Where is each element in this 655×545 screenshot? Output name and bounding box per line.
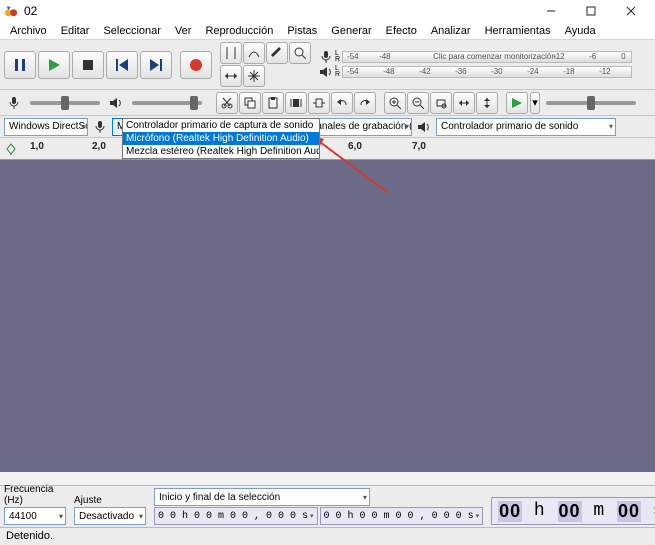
dropdown-option[interactable]: Mezcla estéreo (Realtek High Definition … [123, 145, 319, 158]
snap-label: Ajuste [74, 495, 146, 506]
play-button[interactable] [38, 51, 70, 79]
envelope-tool[interactable] [243, 42, 265, 64]
fit-project-button[interactable] [453, 92, 475, 114]
speaker-icon[interactable] [319, 66, 333, 78]
menu-herramientas[interactable]: Herramientas [479, 24, 557, 38]
selection-mode-combo[interactable]: Inicio y final de la selección [154, 488, 370, 506]
speaker-icon [414, 117, 434, 137]
mic-vol-icon [4, 93, 24, 113]
snap-combo[interactable]: Desactivado [74, 507, 146, 525]
menu-pistas[interactable]: Pistas [281, 24, 323, 38]
fit-selection-button[interactable] [430, 92, 452, 114]
bottom-panel: Frecuencia (Hz) 44100 Ajuste Desactivado… [0, 485, 655, 545]
play-volume-slider[interactable] [132, 101, 202, 105]
draw-tool[interactable] [266, 42, 288, 64]
menu-generar[interactable]: Generar [325, 24, 377, 38]
trim-button[interactable] [285, 92, 307, 114]
timeshift-tool[interactable] [220, 65, 242, 87]
play-at-speed-menu[interactable]: ▾ [530, 92, 540, 114]
record-button[interactable] [180, 51, 212, 79]
dropdown-option[interactable]: Micrófono (Realtek High Definition Audio… [123, 132, 319, 145]
status-bar: Detenido. [0, 527, 655, 545]
audio-position-time[interactable]: 00 h 00 m 00 s▾ [491, 497, 655, 525]
zoom-tool[interactable] [289, 42, 311, 64]
meters: LR -54-48 Clic para comenzar monitorizac… [319, 50, 632, 79]
freq-label: Frecuencia (Hz) [4, 484, 66, 506]
pause-button[interactable] [4, 51, 36, 79]
undo-button[interactable] [331, 92, 353, 114]
zoom-toolbar [384, 92, 498, 114]
transport-toolbar: LR -54-48 Clic para comenzar monitorizac… [0, 40, 655, 90]
maximize-button[interactable] [571, 0, 611, 22]
zoom-in-button[interactable] [384, 92, 406, 114]
timeline-ruler[interactable]: 1,0 2,0 3,0 4,0 5,0 6,0 7,0 [0, 138, 655, 160]
mic-icon [90, 117, 110, 137]
window-title: 02 [24, 4, 531, 18]
menu-ayuda[interactable]: Ayuda [559, 24, 602, 38]
close-button[interactable] [611, 0, 651, 22]
menu-editar[interactable]: Editar [55, 24, 96, 38]
paste-button[interactable] [262, 92, 284, 114]
play-device-combo[interactable]: Controlador primario de sonido [436, 118, 616, 136]
menu-analizar[interactable]: Analizar [425, 24, 477, 38]
meter-click-text: Clic para comenzar monitorización [433, 52, 556, 61]
edit-toolbar [216, 92, 376, 114]
menubar: Archivo Editar Seleccionar Ver Reproducc… [0, 22, 655, 40]
mixer-edit-toolbar: ▾ [0, 90, 655, 116]
menu-archivo[interactable]: Archivo [4, 24, 53, 38]
silence-button[interactable] [308, 92, 330, 114]
redo-button[interactable] [354, 92, 376, 114]
record-volume-slider[interactable] [30, 101, 100, 105]
meter-lr: LR [335, 66, 340, 78]
dropdown-option[interactable]: Controlador primario de captura de sonid… [123, 119, 319, 132]
copy-button[interactable] [239, 92, 261, 114]
timeline-pin-icon[interactable] [0, 138, 22, 159]
skip-start-button[interactable] [106, 51, 138, 79]
zoom-out-button[interactable] [407, 92, 429, 114]
stop-button[interactable] [72, 51, 104, 79]
menu-efecto[interactable]: Efecto [380, 24, 423, 38]
menu-reproduccion[interactable]: Reproducción [199, 24, 279, 38]
track-area[interactable] [0, 160, 655, 472]
zoom-toggle-button[interactable] [476, 92, 498, 114]
cut-button[interactable] [216, 92, 238, 114]
play-vol-icon [106, 93, 126, 113]
selection-end-time[interactable]: 0 0 h 0 0 m 0 0 , 0 0 0 s [320, 507, 484, 525]
play-speed-slider[interactable] [546, 101, 636, 105]
mic-icon[interactable] [319, 51, 333, 63]
skip-end-button[interactable] [140, 51, 172, 79]
selection-start-time[interactable]: 0 0 h 0 0 m 0 0 , 0 0 0 s [154, 507, 318, 525]
device-toolbar: Windows DirectSou Micrófono (Realtek Hig… [0, 116, 655, 138]
audio-host-combo[interactable]: Windows DirectSou [4, 118, 88, 136]
menu-seleccionar[interactable]: Seleccionar [97, 24, 166, 38]
tools-toolbar [220, 42, 311, 87]
project-rate-combo[interactable]: 44100 [4, 507, 66, 525]
play-meter[interactable]: -54-48-42-36-30-24-18-12 [342, 66, 632, 78]
record-meter[interactable]: -54-48 Clic para comenzar monitorización… [342, 51, 632, 63]
play-at-speed-button[interactable] [506, 92, 528, 114]
meter-lr: LR [335, 51, 340, 63]
selection-tool[interactable] [220, 42, 242, 64]
menu-ver[interactable]: Ver [169, 24, 198, 38]
minimize-button[interactable] [531, 0, 571, 22]
app-icon [4, 4, 18, 18]
multi-tool[interactable] [243, 65, 265, 87]
record-device-dropdown: Controlador primario de captura de sonid… [122, 118, 320, 159]
titlebar: 02 [0, 0, 655, 22]
